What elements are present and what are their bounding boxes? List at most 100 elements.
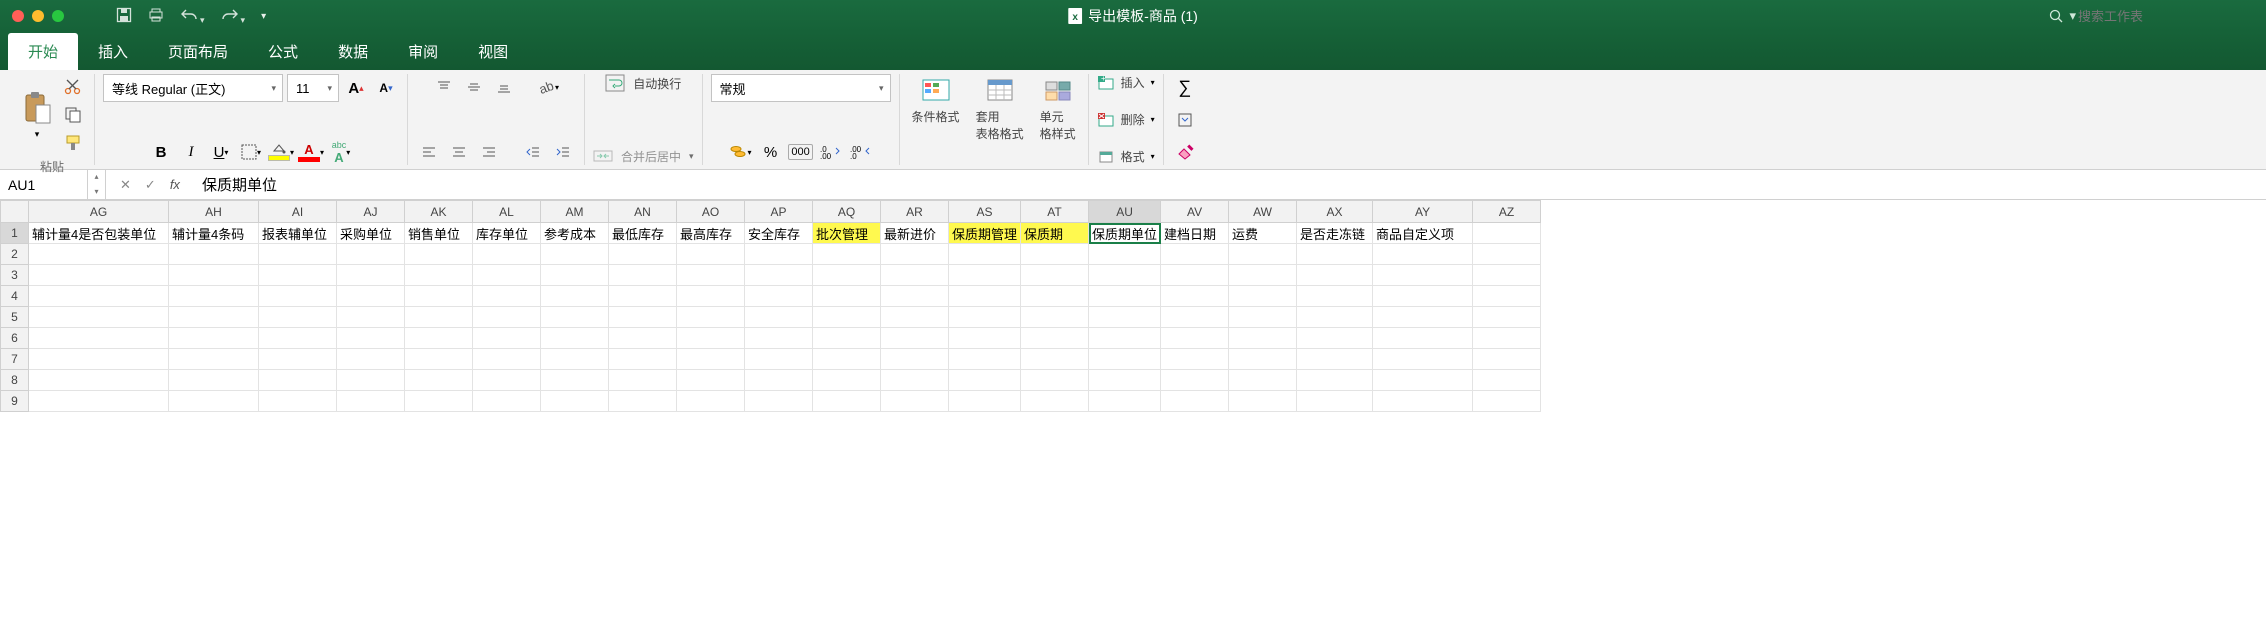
column-header-AU[interactable]: AU xyxy=(1089,201,1161,223)
cell-AW2[interactable] xyxy=(1229,244,1297,265)
decrease-font-icon[interactable]: A▾ xyxy=(373,75,399,101)
cell-AM2[interactable] xyxy=(541,244,609,265)
autosum-icon[interactable]: ∑ xyxy=(1172,74,1198,100)
cell-AN1[interactable]: 最低库存 xyxy=(609,223,677,244)
column-header-AQ[interactable]: AQ xyxy=(813,201,881,223)
cell-AR1[interactable]: 最新进价 xyxy=(881,223,949,244)
row-header-8[interactable]: 8 xyxy=(1,370,29,391)
column-header-AJ[interactable]: AJ xyxy=(337,201,405,223)
cell-AS5[interactable] xyxy=(949,307,1021,328)
cell-AZ8[interactable] xyxy=(1473,370,1541,391)
column-header-AK[interactable]: AK xyxy=(405,201,473,223)
maximize-icon[interactable] xyxy=(52,10,64,22)
cell-AU1[interactable]: 保质期单位 xyxy=(1089,223,1161,244)
cell-AR5[interactable] xyxy=(881,307,949,328)
cell-AV3[interactable] xyxy=(1161,265,1229,286)
cell-AM8[interactable] xyxy=(541,370,609,391)
cell-AN3[interactable] xyxy=(609,265,677,286)
cell-AP9[interactable] xyxy=(745,391,813,412)
cell-AK8[interactable] xyxy=(405,370,473,391)
cell-AH4[interactable] xyxy=(169,286,259,307)
cell-AX3[interactable] xyxy=(1297,265,1373,286)
cell-AO1[interactable]: 最高库存 xyxy=(677,223,745,244)
cell-AL1[interactable]: 库存单位 xyxy=(473,223,541,244)
italic-button[interactable]: I xyxy=(178,139,204,165)
cell-AG5[interactable] xyxy=(29,307,169,328)
cell-AJ9[interactable] xyxy=(337,391,405,412)
cell-AX7[interactable] xyxy=(1297,349,1373,370)
phonetic-button[interactable]: abcA▾ xyxy=(328,139,354,165)
cell-AU6[interactable] xyxy=(1089,328,1161,349)
cell-AX1[interactable]: 是否走冻链 xyxy=(1297,223,1373,244)
column-header-AP[interactable]: AP xyxy=(745,201,813,223)
align-right-icon[interactable] xyxy=(476,139,502,165)
cell-AY4[interactable] xyxy=(1373,286,1473,307)
cell-AV6[interactable] xyxy=(1161,328,1229,349)
font-color-button[interactable]: A▾ xyxy=(298,139,324,165)
cell-AS3[interactable] xyxy=(949,265,1021,286)
cell-AZ4[interactable] xyxy=(1473,286,1541,307)
cell-AW8[interactable] xyxy=(1229,370,1297,391)
cell-AI5[interactable] xyxy=(259,307,337,328)
row-header-4[interactable]: 4 xyxy=(1,286,29,307)
close-icon[interactable] xyxy=(12,10,24,22)
cell-AR2[interactable] xyxy=(881,244,949,265)
cell-AQ7[interactable] xyxy=(813,349,881,370)
cell-AW4[interactable] xyxy=(1229,286,1297,307)
cell-AX9[interactable] xyxy=(1297,391,1373,412)
cell-AH1[interactable]: 辅计量4条码 xyxy=(169,223,259,244)
column-header-AS[interactable]: AS xyxy=(949,201,1021,223)
currency-icon[interactable]: ▾ xyxy=(728,139,754,165)
tab-home[interactable]: 开始 xyxy=(8,33,78,70)
cell-AS1[interactable]: 保质期管理 xyxy=(949,223,1021,244)
cell-AM7[interactable] xyxy=(541,349,609,370)
cell-AH6[interactable] xyxy=(169,328,259,349)
cell-AK1[interactable]: 销售单位 xyxy=(405,223,473,244)
cell-AJ2[interactable] xyxy=(337,244,405,265)
qat-customize-icon[interactable]: ▾ xyxy=(261,11,266,22)
cell-AI2[interactable] xyxy=(259,244,337,265)
cell-AK5[interactable] xyxy=(405,307,473,328)
row-header-9[interactable]: 9 xyxy=(1,391,29,412)
cell-AX4[interactable] xyxy=(1297,286,1373,307)
cell-AU3[interactable] xyxy=(1089,265,1161,286)
cell-AY7[interactable] xyxy=(1373,349,1473,370)
cell-AN9[interactable] xyxy=(609,391,677,412)
cell-AP8[interactable] xyxy=(745,370,813,391)
cell-AJ7[interactable] xyxy=(337,349,405,370)
cell-AY2[interactable] xyxy=(1373,244,1473,265)
cell-AZ5[interactable] xyxy=(1473,307,1541,328)
cell-AV9[interactable] xyxy=(1161,391,1229,412)
tab-data[interactable]: 数据 xyxy=(318,33,388,70)
cell-AT5[interactable] xyxy=(1021,307,1089,328)
spreadsheet-grid[interactable]: AGAHAIAJAKALAMANAOAPAQARASATAUAVAWAXAYAZ… xyxy=(0,200,2266,412)
align-center-icon[interactable] xyxy=(446,139,472,165)
cut-icon[interactable] xyxy=(60,74,86,100)
cell-AK2[interactable] xyxy=(405,244,473,265)
cell-AQ3[interactable] xyxy=(813,265,881,286)
cell-AL6[interactable] xyxy=(473,328,541,349)
cell-AU4[interactable] xyxy=(1089,286,1161,307)
cell-AG6[interactable] xyxy=(29,328,169,349)
underline-button[interactable]: U▾ xyxy=(208,139,234,165)
cell-AM3[interactable] xyxy=(541,265,609,286)
cell-AP3[interactable] xyxy=(745,265,813,286)
save-icon[interactable] xyxy=(116,7,132,26)
cell-AT3[interactable] xyxy=(1021,265,1089,286)
row-header-3[interactable]: 3 xyxy=(1,265,29,286)
cell-AI7[interactable] xyxy=(259,349,337,370)
cell-AN2[interactable] xyxy=(609,244,677,265)
cell-AY8[interactable] xyxy=(1373,370,1473,391)
fill-icon[interactable] xyxy=(1172,107,1198,133)
cell-AV1[interactable]: 建档日期 xyxy=(1161,223,1229,244)
cell-AQ4[interactable] xyxy=(813,286,881,307)
column-header-AR[interactable]: AR xyxy=(881,201,949,223)
table-format-button[interactable]: 套用 表格格式 xyxy=(972,74,1028,144)
cell-AR4[interactable] xyxy=(881,286,949,307)
cell-AW5[interactable] xyxy=(1229,307,1297,328)
cell-AU8[interactable] xyxy=(1089,370,1161,391)
cell-AW7[interactable] xyxy=(1229,349,1297,370)
cell-AV7[interactable] xyxy=(1161,349,1229,370)
cell-AQ8[interactable] xyxy=(813,370,881,391)
cell-AO2[interactable] xyxy=(677,244,745,265)
